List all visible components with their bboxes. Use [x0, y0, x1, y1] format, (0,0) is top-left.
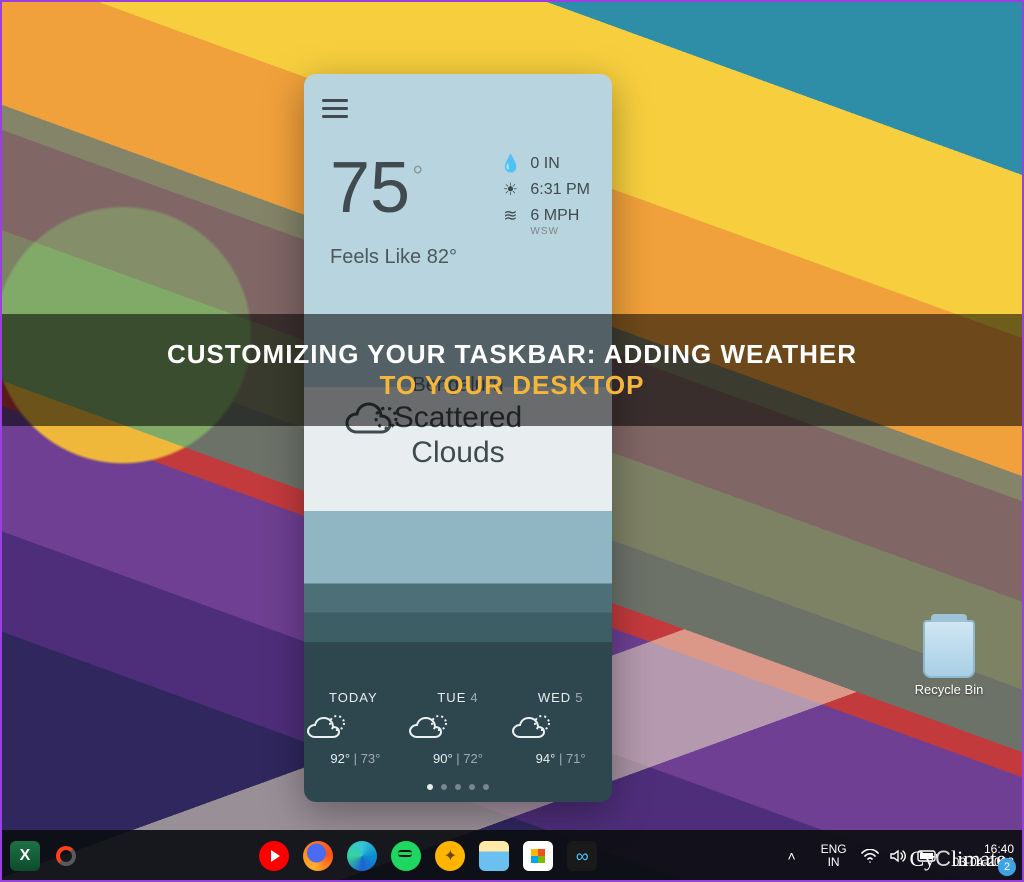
- taskbar-store-icon[interactable]: [523, 841, 553, 871]
- page-dot[interactable]: [455, 784, 461, 790]
- page-dots[interactable]: [304, 784, 612, 790]
- forecast-high-low: 90° | 72°: [407, 751, 509, 766]
- recycle-bin-label: Recycle Bin: [904, 682, 994, 697]
- temperature-value: 75: [330, 152, 410, 224]
- weather-widget[interactable]: 75 ° 💧 0 IN ☀ 6:31 PM ≋ 6 MPH WSW Feels …: [304, 74, 612, 802]
- taskbar-excel-icon[interactable]: [10, 841, 40, 871]
- hamburger-menu-icon[interactable]: [322, 94, 348, 123]
- sunset-value: 6:31 PM: [530, 181, 590, 199]
- precipitation-value: 0 IN: [530, 155, 559, 173]
- taskbar[interactable]: ENG IN 16:40 03-04-2023 CyClimate 2: [0, 830, 1024, 882]
- wind-value: 6 MPH: [530, 207, 579, 225]
- temperature-display: 75 °: [330, 152, 423, 224]
- forecast-icon: [510, 711, 612, 745]
- forecast-day[interactable]: TUE4 90° | 72°: [407, 690, 509, 766]
- recycle-bin[interactable]: Recycle Bin: [904, 620, 994, 697]
- weather-stats: 💧 0 IN ☀ 6:31 PM ≋ 6 MPH WSW: [500, 148, 590, 237]
- tray-overflow-icon[interactable]: [777, 841, 807, 871]
- taskbar-app-icon[interactable]: [435, 841, 465, 871]
- page-dot[interactable]: [469, 784, 475, 790]
- degree-symbol: °: [412, 160, 423, 192]
- forecast-day-name: TODAY: [305, 690, 407, 705]
- taskbar-youtube-icon[interactable]: [259, 841, 289, 871]
- feels-like: Feels Like 82°: [330, 246, 457, 269]
- forecast-day-name: TUE4: [407, 690, 509, 705]
- forecast-icon: [305, 711, 407, 745]
- watermark-brand: CyClimate: [909, 846, 1006, 872]
- sunset-icon: ☀: [500, 180, 520, 200]
- taskbar-msmeter-icon[interactable]: [567, 841, 597, 871]
- forecast-day-name: WED5: [510, 690, 612, 705]
- language-bottom: IN: [821, 856, 847, 869]
- title-line-1: CUSTOMIZING YOUR TASKBAR: ADDING WEATHER: [167, 339, 857, 370]
- precipitation-icon: 💧: [500, 154, 520, 174]
- wifi-icon[interactable]: [861, 849, 879, 863]
- recycle-bin-icon: [923, 620, 975, 678]
- language-indicator[interactable]: ENG IN: [821, 843, 847, 868]
- page-dot[interactable]: [441, 784, 447, 790]
- title-overlay: CUSTOMIZING YOUR TASKBAR: ADDING WEATHER…: [0, 314, 1024, 426]
- forecast-row: TODAY 92° | 73° TUE4 90° | 72° WED5: [304, 690, 612, 766]
- forecast-icon: [407, 711, 509, 745]
- notification-badge[interactable]: 2: [998, 858, 1016, 876]
- taskbar-edge-icon[interactable]: [347, 841, 377, 871]
- taskbar-spotify-icon[interactable]: [391, 841, 421, 871]
- volume-icon[interactable]: [889, 849, 907, 863]
- taskbar-explorer-icon[interactable]: [479, 841, 509, 871]
- taskbar-firefox-icon[interactable]: [303, 841, 333, 871]
- wind-direction: WSW: [530, 226, 590, 237]
- forecast-high-low: 92° | 73°: [305, 751, 407, 766]
- page-dot[interactable]: [427, 784, 433, 790]
- forecast-day[interactable]: TODAY 92° | 73°: [305, 690, 407, 766]
- title-line-2: TO YOUR DESKTOP: [167, 370, 857, 401]
- forecast-high-low: 94° | 71°: [510, 751, 612, 766]
- taskbar-brave-icon[interactable]: [52, 842, 80, 870]
- page-dot[interactable]: [483, 784, 489, 790]
- wind-icon: ≋: [500, 206, 520, 226]
- forecast-day[interactable]: WED5 94° | 71°: [510, 690, 612, 766]
